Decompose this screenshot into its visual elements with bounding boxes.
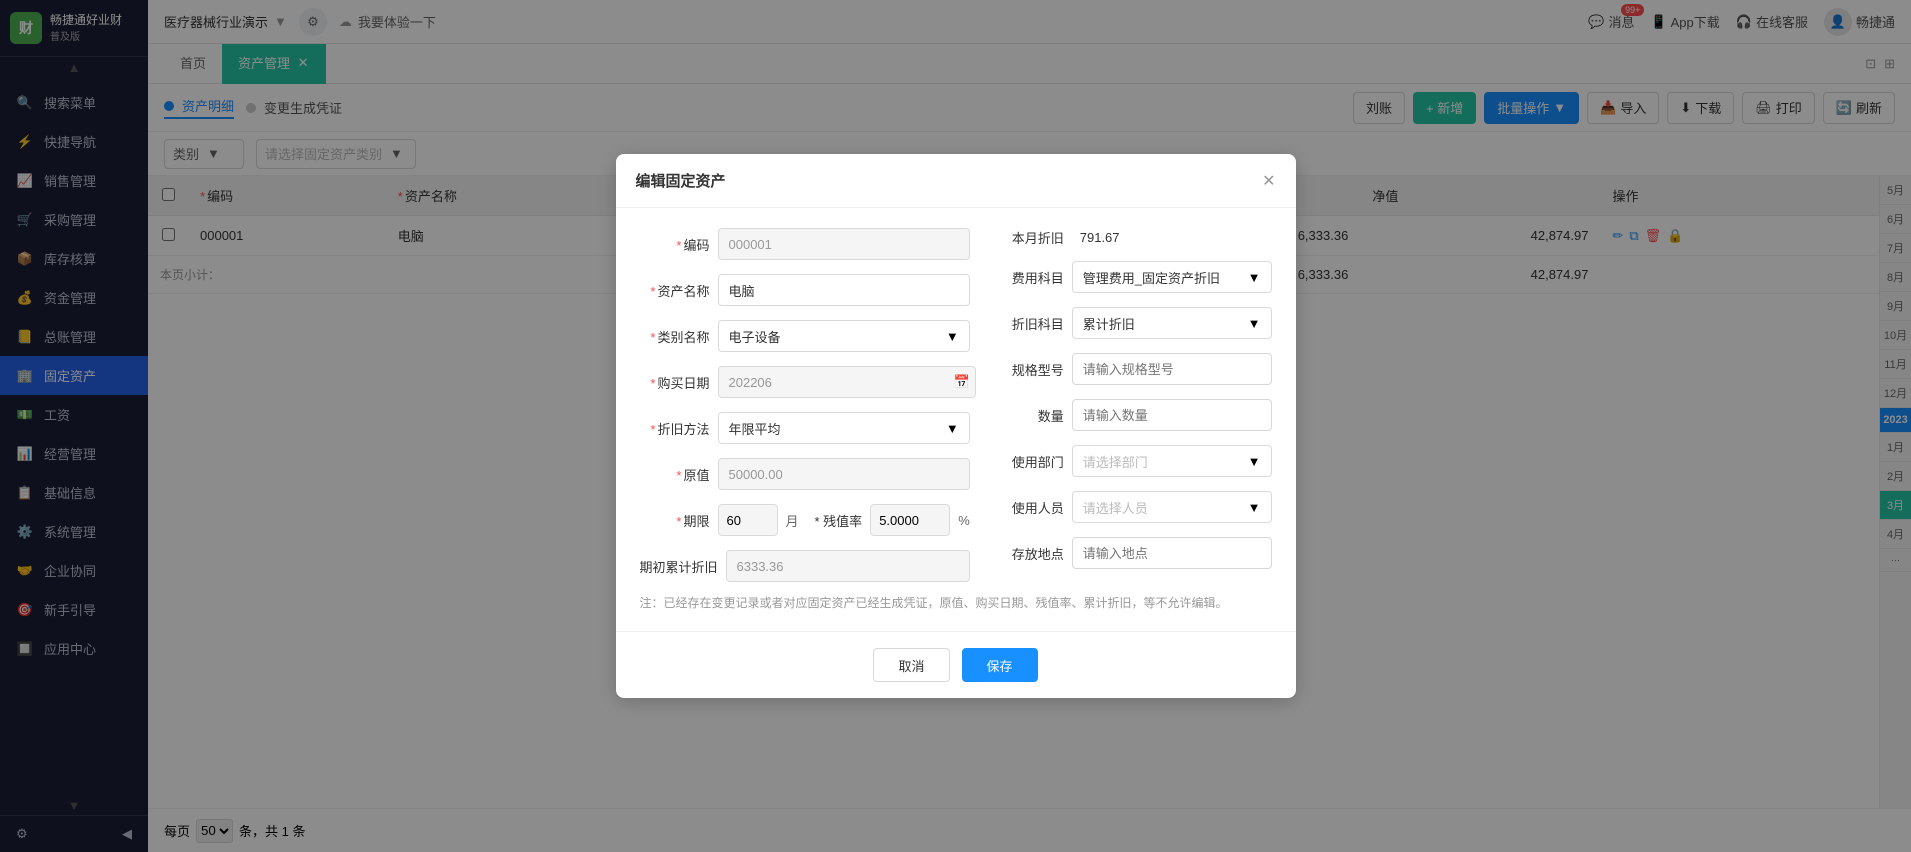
category-select-arrow: ▼	[946, 329, 959, 344]
form-item-expense-subject: 费用科目 管理费用_固定资产折旧 ▼	[994, 261, 1272, 293]
cancel-button[interactable]: 取消	[873, 648, 949, 682]
department-arrow: ▼	[1248, 454, 1261, 469]
form-item-location: 存放地点	[994, 537, 1272, 569]
original-value-label: 原值	[640, 465, 710, 484]
expense-subject-label: 费用科目	[994, 268, 1064, 287]
spec-label: 规格型号	[994, 360, 1064, 379]
dialog-overlay[interactable]: 编辑固定资产 ✕ 编码 000001 资产名称	[0, 0, 1911, 852]
period-unit: 月	[786, 511, 799, 530]
purchase-date-label: 购买日期	[640, 373, 710, 392]
form-item-department: 使用部门 请选择部门 ▼	[994, 445, 1272, 477]
depreciation-subject-value: 累计折旧	[1083, 314, 1135, 333]
form-item-depreciation-subject: 折旧科目 累计折旧 ▼	[994, 307, 1272, 339]
form-item-user: 使用人员 请选择人员 ▼	[994, 491, 1272, 523]
residual-rate-input[interactable]	[870, 504, 950, 536]
department-label: 使用部门	[994, 452, 1064, 471]
category-select-value: 电子设备	[729, 327, 781, 346]
period-label: 期限	[640, 511, 710, 530]
form-item-code: 编码 000001	[640, 228, 970, 260]
form-item-purchase-date: 购买日期 📅	[640, 366, 970, 398]
depreciation-method-value: 年限平均	[729, 419, 781, 438]
form-item-name: 资产名称	[640, 274, 970, 306]
monthly-depreciation-label: 本月折旧	[994, 228, 1064, 247]
category-select[interactable]: 电子设备 ▼	[718, 320, 970, 352]
save-button[interactable]: 保存	[962, 648, 1038, 682]
expense-subject-arrow: ▼	[1248, 270, 1261, 285]
form-left: 编码 000001 资产名称 类别名称 电子设备 ▼	[640, 228, 970, 582]
name-label: 资产名称	[640, 281, 710, 300]
depreciation-method-label: 折旧方法	[640, 419, 710, 438]
location-input[interactable]	[1072, 537, 1272, 569]
user-label: 使用人员	[994, 498, 1064, 517]
code-label: 编码	[640, 235, 710, 254]
form-item-spec: 规格型号	[994, 353, 1272, 385]
depreciation-subject-label: 折旧科目	[994, 314, 1064, 333]
residual-rate-label: * 残值率	[815, 511, 863, 530]
initial-depreciation-label: 期初累计折旧	[640, 557, 718, 576]
form-right: 本月折旧 791.67 费用科目 管理费用_固定资产折旧 ▼ 折旧科目	[994, 228, 1272, 582]
department-select[interactable]: 请选择部门 ▼	[1072, 445, 1272, 477]
spec-input[interactable]	[1072, 353, 1272, 385]
purchase-date-input[interactable]	[718, 366, 976, 398]
dialog-close-button[interactable]: ✕	[1262, 171, 1275, 191]
edit-dialog: 编辑固定资产 ✕ 编码 000001 资产名称	[616, 154, 1296, 698]
user-select[interactable]: 请选择人员 ▼	[1072, 491, 1272, 523]
code-input[interactable]	[718, 228, 970, 260]
form-item-category: 类别名称 电子设备 ▼	[640, 320, 970, 352]
depreciation-method-arrow: ▼	[946, 421, 959, 436]
depreciation-method-select[interactable]: 年限平均 ▼	[718, 412, 970, 444]
form-item-initial-depreciation: 期初累计折旧	[640, 550, 970, 582]
quantity-label: 数量	[994, 406, 1064, 425]
monthly-depreciation-value: 791.67	[1080, 230, 1120, 245]
category-label: 类别名称	[640, 327, 710, 346]
dialog-note: 注：已经存在变更记录或者对应固定资产已经生成凭证，原值、购买日期、残值率、累计折…	[640, 594, 1272, 611]
expense-subject-value: 管理费用_固定资产折旧	[1083, 268, 1220, 287]
dialog-header: 编辑固定资产 ✕	[616, 154, 1296, 208]
form-item-original-value: 原值	[640, 458, 970, 490]
location-label: 存放地点	[994, 544, 1064, 563]
dialog-footer: 取消 保存	[616, 631, 1296, 698]
name-input[interactable]	[718, 274, 970, 306]
dialog-title: 编辑固定资产	[636, 170, 726, 191]
dialog-body: 编码 000001 资产名称 类别名称 电子设备 ▼	[616, 208, 1296, 631]
user-arrow: ▼	[1248, 500, 1261, 515]
original-value-input[interactable]	[718, 458, 970, 490]
user-placeholder: 请选择人员	[1083, 498, 1148, 517]
department-placeholder: 请选择部门	[1083, 452, 1148, 471]
depreciation-subject-select[interactable]: 累计折旧 ▼	[1072, 307, 1272, 339]
period-input[interactable]	[718, 504, 778, 536]
form-grid: 编码 000001 资产名称 类别名称 电子设备 ▼	[640, 228, 1272, 582]
calendar-icon: 📅	[954, 374, 970, 390]
quantity-input[interactable]	[1072, 399, 1272, 431]
form-item-depreciation-method: 折旧方法 年限平均 ▼	[640, 412, 970, 444]
initial-depreciation-input[interactable]	[726, 550, 970, 582]
expense-subject-select[interactable]: 管理费用_固定资产折旧 ▼	[1072, 261, 1272, 293]
form-item-quantity: 数量	[994, 399, 1272, 431]
form-item-period: 期限 月 * 残值率 %	[640, 504, 970, 536]
depreciation-subject-arrow: ▼	[1248, 316, 1261, 331]
form-item-monthly-depreciation: 本月折旧 791.67	[994, 228, 1272, 247]
residual-rate-unit: %	[958, 513, 970, 528]
